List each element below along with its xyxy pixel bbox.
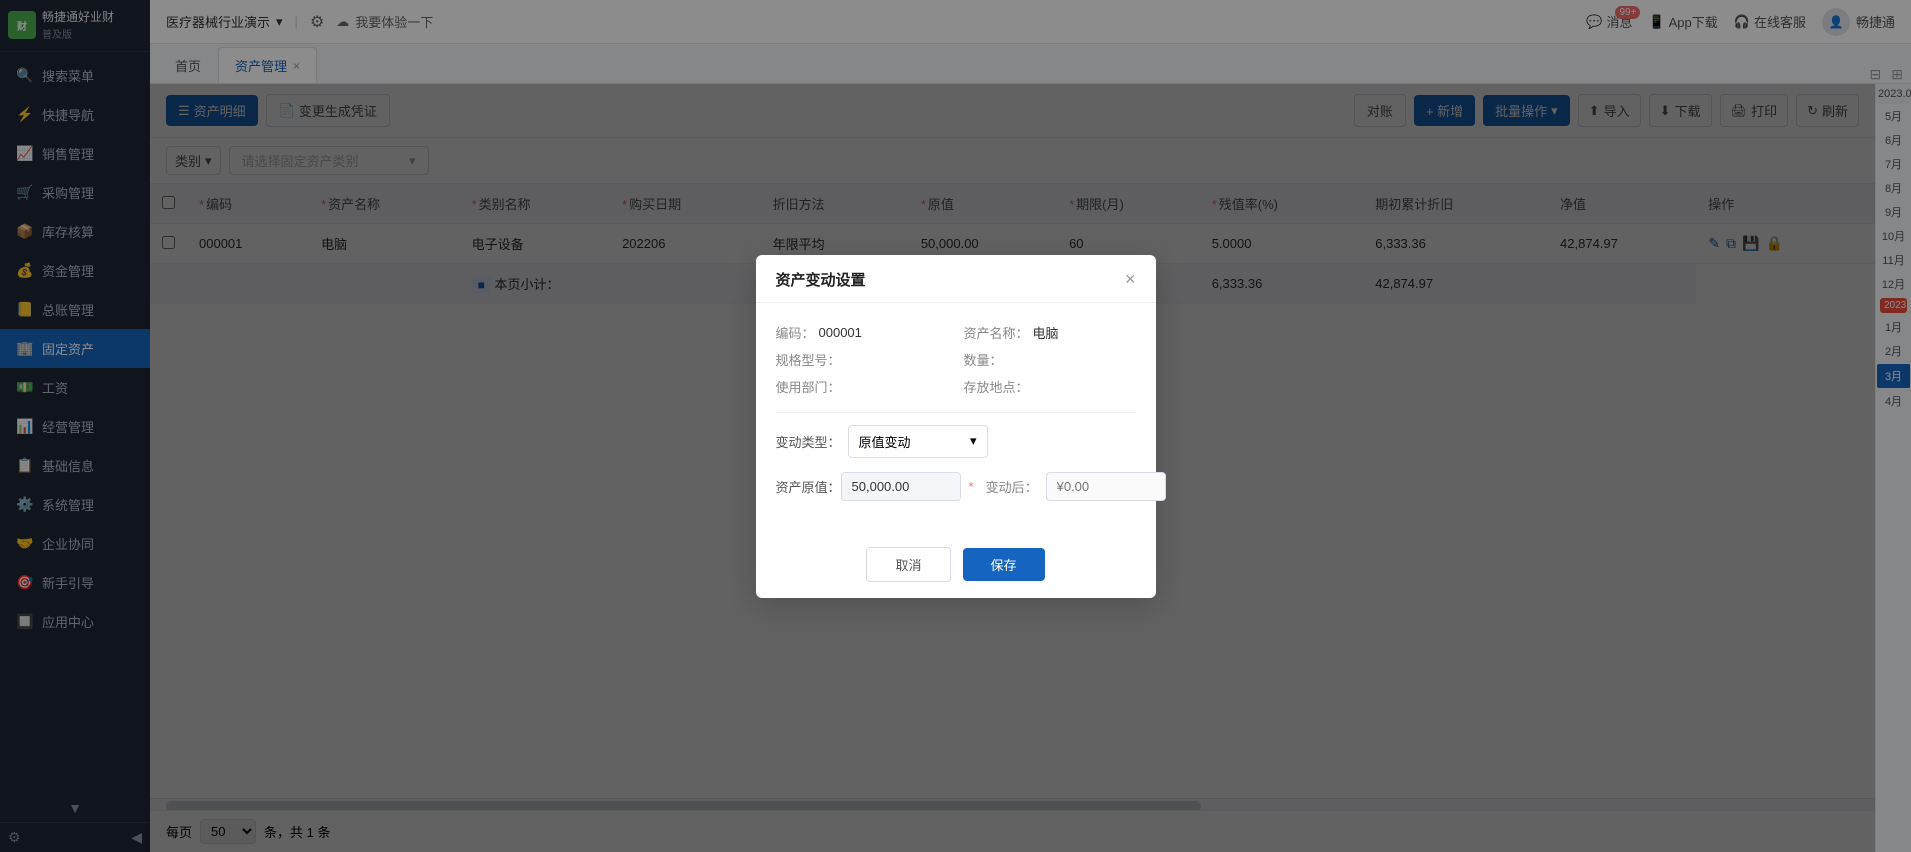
modal-code: 编码： 000001	[776, 323, 948, 342]
modal-spec: 规格型号：	[776, 350, 948, 369]
modal-title: 资产变动设置	[776, 269, 866, 290]
modal-info-grid: 编码： 000001 资产名称： 电脑 规格型号： 数量： 使用部门：	[776, 323, 1136, 396]
modal-overlay: 资产变动设置 × 编码： 000001 资产名称： 电脑 规格型号： 数量：	[0, 0, 1911, 852]
modal-header: 资产变动设置 ×	[756, 255, 1156, 303]
modal-quantity: 数量：	[964, 350, 1136, 369]
after-change-input[interactable]	[1046, 472, 1166, 501]
select-chevron-icon: ▾	[970, 433, 977, 449]
modal-body: 编码： 000001 资产名称： 电脑 规格型号： 数量： 使用部门：	[756, 303, 1156, 535]
original-value-row: 资产原值： 50,000.00 * 变动后：	[776, 472, 1136, 501]
modal-footer: 取消 保存	[756, 535, 1156, 598]
modal-close-icon[interactable]: ×	[1125, 270, 1136, 288]
change-type-row: 变动类型： 原值变动 ▾	[776, 425, 1136, 458]
original-value-display: 50,000.00	[841, 472, 961, 501]
modal-location: 存放地点：	[964, 377, 1136, 396]
change-type-select[interactable]: 原值变动 ▾	[848, 425, 988, 458]
save-button[interactable]: 保存	[963, 548, 1045, 581]
modal-department: 使用部门：	[776, 377, 948, 396]
cancel-button[interactable]: 取消	[866, 547, 950, 582]
modal-asset-name: 资产名称： 电脑	[964, 323, 1136, 342]
asset-change-modal: 资产变动设置 × 编码： 000001 资产名称： 电脑 规格型号： 数量：	[756, 255, 1156, 598]
